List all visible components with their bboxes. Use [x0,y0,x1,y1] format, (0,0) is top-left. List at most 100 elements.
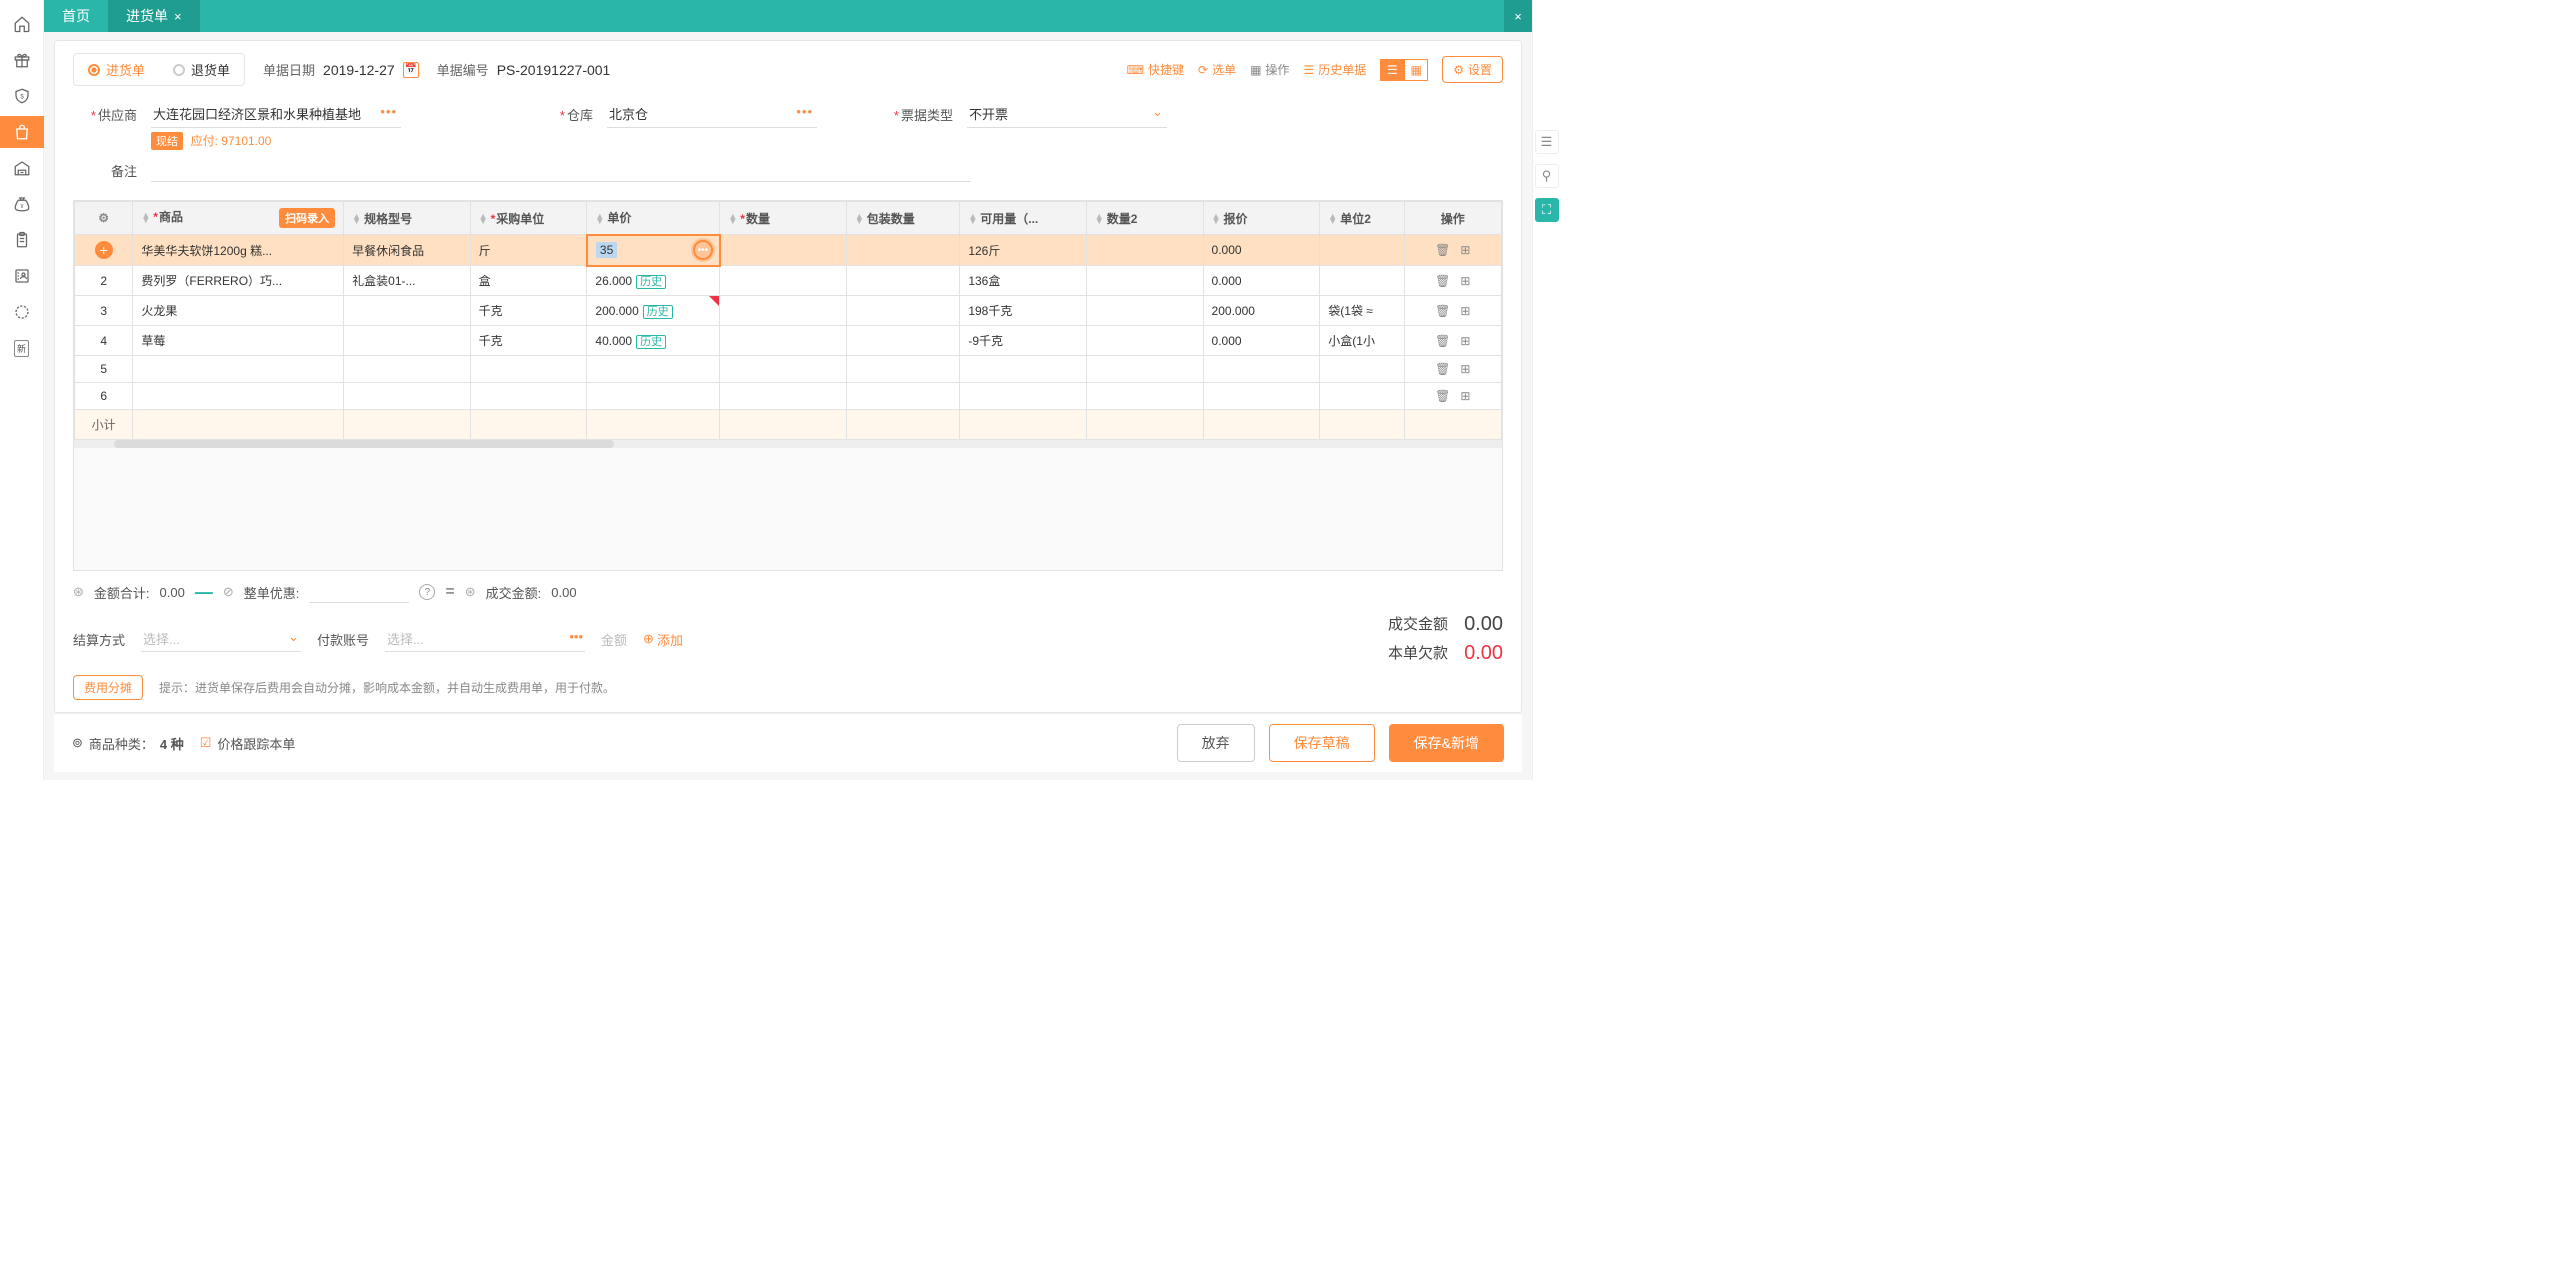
abandon-button[interactable]: 放弃 [1177,724,1255,762]
cell-unit2[interactable]: 小盒(1小 [1320,326,1404,356]
save-and-new-button[interactable]: 保存&新增 [1389,724,1504,762]
doc-tab-purchase[interactable]: 进货单 [74,54,159,85]
cell-unit2[interactable] [1320,356,1404,383]
price-picker-icon[interactable]: ••• [693,240,713,260]
cell-price[interactable]: 200.000历史 [587,296,720,326]
pick-order-link[interactable]: ⟳ 选单 [1198,61,1236,78]
cell-quote[interactable]: 200.000 [1203,296,1320,326]
cell-quote[interactable]: 0.000 [1203,326,1320,356]
cell-qty[interactable] [720,235,846,266]
cell-qty2[interactable] [1086,296,1203,326]
cell-unit[interactable]: 千克 [470,326,587,356]
cell-spec[interactable] [344,296,470,326]
history-badge[interactable]: 历史 [636,275,666,289]
col-unit2[interactable]: ▲▼单位2 [1320,202,1404,235]
nav-shield-icon[interactable]: $ [0,80,44,112]
cell-avail[interactable] [960,356,1086,383]
insert-row-icon[interactable]: ⊞ [1460,334,1470,348]
more-icon[interactable]: ••• [796,104,813,119]
cell-spec[interactable]: 礼盒装01-... [344,266,470,296]
cell-spec[interactable] [344,383,470,410]
cell-unit[interactable]: 千克 [470,296,587,326]
view-grid-icon[interactable]: ▦ [1404,59,1428,81]
cell-price[interactable] [587,356,720,383]
pay-acct-select[interactable]: 选择...••• [385,626,585,652]
nav-home-icon[interactable] [0,8,44,40]
col-avail[interactable]: ▲▼可用量（... [960,202,1086,235]
table-row[interactable]: 3火龙果千克200.000历史198千克200.000袋(1袋 ≈🗑⊞ [75,296,1502,326]
cell-qty2[interactable] [1086,266,1203,296]
cell-qty2[interactable] [1086,326,1203,356]
nav-money-bag-icon[interactable]: ¥ [0,188,44,220]
cell-pack[interactable] [846,326,960,356]
gear-icon[interactable]: ⚙ [98,211,109,225]
insert-row-icon[interactable]: ⊞ [1460,389,1470,403]
tab-home[interactable]: 首页 [44,0,108,32]
cell-quote[interactable] [1203,383,1320,410]
delete-row-icon[interactable]: 🗑 [1435,304,1450,318]
cell-unit[interactable] [470,356,587,383]
delete-row-icon[interactable]: 🗑 [1435,274,1450,288]
cell-price[interactable]: 40.000历史 [587,326,720,356]
warehouse-input[interactable]: 北京仓 ••• [607,100,817,128]
supplier-input[interactable]: 大连花园口经济区景和水果种植基地 ••• [151,100,401,128]
cell-avail[interactable]: 136盒 [960,266,1086,296]
nav-sync-icon[interactable] [0,296,44,328]
history-link[interactable]: ☰ 历史单据 [1303,61,1366,78]
history-badge[interactable]: 历史 [643,305,673,319]
delete-row-icon[interactable]: 🗑 [1435,334,1450,348]
operations-link[interactable]: ▦ 操作 [1250,61,1289,78]
col-qty[interactable]: ▲▼*数量 [720,202,846,235]
more-icon[interactable]: ••• [380,104,397,119]
cell-unit[interactable]: 盒 [470,266,587,296]
cell-product[interactable]: 华美华夫软饼1200g 糕... [133,235,344,266]
cell-product[interactable]: 费列罗（FERRERO）巧... [133,266,344,296]
cell-pack[interactable] [846,383,960,410]
help-icon[interactable]: ? [419,584,435,600]
cell-price[interactable] [587,383,720,410]
insert-row-icon[interactable]: ⊞ [1460,274,1470,288]
cost-alloc-button[interactable]: 费用分摊 [73,675,143,700]
doc-date-value[interactable]: 2019-12-27 [323,62,395,78]
cell-qty[interactable] [720,326,846,356]
insert-row-icon[interactable]: ⊞ [1460,243,1470,257]
table-row[interactable]: 2费列罗（FERRERO）巧...礼盒装01-...盒26.000历史136盒0… [75,266,1502,296]
table-row[interactable]: 6🗑⊞ [75,383,1502,410]
cell-price[interactable]: 26.000历史 [587,266,720,296]
cell-pack[interactable] [846,356,960,383]
view-list-icon[interactable]: ☰ [1380,59,1404,81]
nav-gift-icon[interactable] [0,44,44,76]
cell-qty2[interactable] [1086,235,1203,266]
add-row-icon[interactable]: + [95,241,113,259]
cell-product[interactable]: 草莓 [133,326,344,356]
note-icon[interactable]: ☰ [1535,130,1559,154]
nav-bag-icon[interactable] [0,116,44,148]
cell-unit2[interactable] [1320,266,1404,296]
cell-pack[interactable] [846,296,960,326]
remark-input[interactable] [151,158,971,182]
col-price[interactable]: ▲▼单价 [587,202,720,235]
table-row[interactable]: 5🗑⊞ [75,356,1502,383]
history-badge[interactable]: 历史 [636,335,666,349]
calendar-icon[interactable]: 📅 [403,62,419,78]
nav-warehouse-icon[interactable] [0,152,44,184]
settings-button[interactable]: ⚙ 设置 [1442,56,1503,83]
cell-avail[interactable]: 126斤 [960,235,1086,266]
cell-spec[interactable] [344,326,470,356]
insert-row-icon[interactable]: ⊞ [1460,304,1470,318]
table-row[interactable]: 4草莓千克40.000历史-9千克0.000小盒(1小🗑⊞ [75,326,1502,356]
cell-unit2[interactable] [1320,235,1404,266]
col-pack[interactable]: ▲▼包装数量 [846,202,960,235]
insert-row-icon[interactable]: ⊞ [1460,362,1470,376]
cell-spec[interactable] [344,356,470,383]
save-draft-button[interactable]: 保存草稿 [1269,724,1375,762]
nav-clipboard-icon[interactable] [0,224,44,256]
nav-contacts-icon[interactable] [0,260,44,292]
cell-spec[interactable]: 早餐休闲食品 [344,235,470,266]
scan-input-button[interactable]: 扫码录入 [279,208,335,228]
invoice-type-input[interactable]: 不开票 ⌄ [967,100,1167,128]
cell-unit2[interactable]: 袋(1袋 ≈ [1320,296,1404,326]
delete-row-icon[interactable]: 🗑 [1435,243,1450,257]
cell-unit[interactable]: 斤 [470,235,587,266]
table-row[interactable]: +华美华夫软饼1200g 糕...早餐休闲食品斤35•••126斤0.000🗑⊞ [75,235,1502,266]
